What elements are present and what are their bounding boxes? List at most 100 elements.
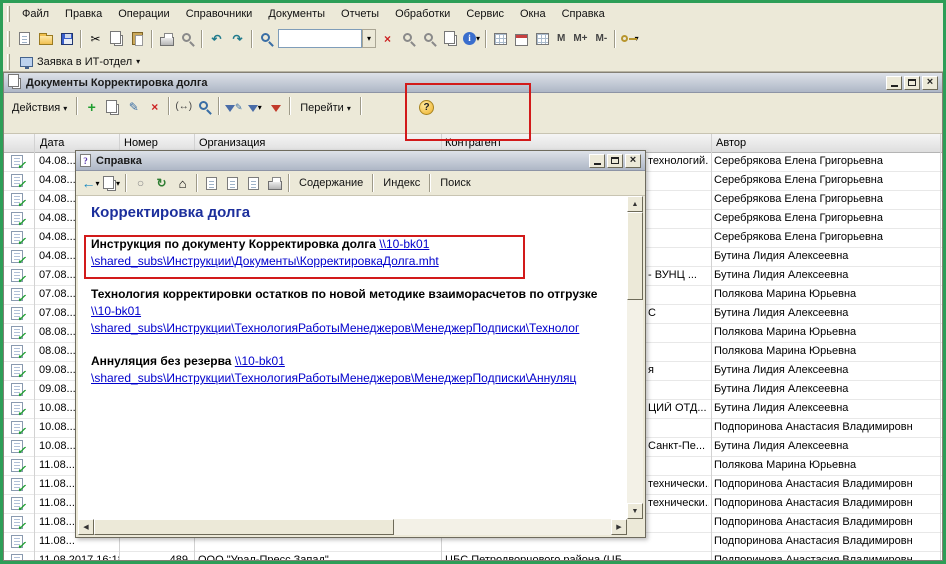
toolbar-grip[interactable] xyxy=(7,6,10,22)
view-button[interactable]: ▾ xyxy=(101,173,122,193)
toolbar-grip[interactable] xyxy=(7,53,10,70)
toolbar-grip[interactable] xyxy=(7,30,10,47)
restore-button[interactable] xyxy=(904,75,920,90)
scroll-up-button[interactable]: ▲ xyxy=(627,196,643,212)
minimize-button[interactable] xyxy=(886,75,902,90)
menu-help[interactable]: Справка xyxy=(554,5,613,23)
print-help-button[interactable] xyxy=(264,173,285,193)
window-icon xyxy=(102,175,116,191)
menu-reports[interactable]: Отчеты xyxy=(333,5,387,23)
entry-server-link[interactable]: \\10-bk01 xyxy=(91,304,141,318)
menu-documents[interactable]: Документы xyxy=(260,5,333,23)
filter-settings-button[interactable]: ✎ xyxy=(223,97,244,117)
cell-author: Бутина Лидия Алексеевна xyxy=(714,250,849,262)
search-input[interactable] xyxy=(278,29,362,48)
calendar-button[interactable] xyxy=(511,29,532,49)
scroll-left-button[interactable]: ◀ xyxy=(78,519,94,535)
scroll-right-button[interactable]: ▶ xyxy=(611,519,627,535)
search-in-list-button[interactable] xyxy=(194,97,215,117)
memory-minus-button[interactable]: M- xyxy=(592,33,612,44)
calculator-button[interactable] xyxy=(532,29,553,49)
panel-icon xyxy=(227,176,238,190)
stop-button[interactable]: ○ xyxy=(130,173,151,193)
copy-value-button[interactable] xyxy=(440,29,461,49)
column-header-date[interactable]: Дата xyxy=(40,137,64,149)
info-button[interactable]: i ▾ xyxy=(461,29,482,49)
interval-button[interactable]: (↔) xyxy=(173,97,194,117)
add-button[interactable]: + xyxy=(81,97,102,117)
posted-document-icon xyxy=(11,440,31,456)
menu-file[interactable]: Файл xyxy=(14,5,57,23)
undo-button[interactable]: ↶ xyxy=(206,29,227,49)
actions-button[interactable]: Действия ▾ xyxy=(6,97,73,119)
column-header-org[interactable]: Организация xyxy=(199,137,265,149)
menu-processing[interactable]: Обработки xyxy=(387,5,458,23)
posted-document-icon xyxy=(11,497,31,513)
column-header-number[interactable]: Номер xyxy=(124,137,158,149)
print-preview-button[interactable] xyxy=(177,29,198,49)
panel-2-button[interactable] xyxy=(222,173,243,193)
service-button[interactable]: ▾ xyxy=(619,29,640,49)
cell-counterparty-fragment xyxy=(648,174,709,190)
refresh-button[interactable]: ↻ xyxy=(151,173,172,193)
table-row[interactable]: 11.08.2017 16:18: 489 ООО "Урал-Пресс За… xyxy=(4,552,942,561)
find-button[interactable] xyxy=(256,29,277,49)
search-icon xyxy=(260,32,270,42)
edit-button[interactable]: ✎ xyxy=(123,97,144,117)
contents-button[interactable]: Содержание xyxy=(293,173,369,193)
print-button[interactable] xyxy=(156,29,177,49)
entry-path-link[interactable]: \shared_subs\Инструкции\ТехнологияРаботы… xyxy=(91,371,576,385)
horizontal-scrollbar[interactable]: ◀ ▶ xyxy=(78,519,627,535)
close-button[interactable]: × xyxy=(922,75,938,90)
index-button[interactable]: Индекс xyxy=(377,173,426,193)
redo-button[interactable]: ↷ xyxy=(227,29,248,49)
vertical-scrollbar[interactable]: ▲ ▼ xyxy=(627,196,643,519)
copy-row-button[interactable] xyxy=(102,97,123,117)
cell-author: Серебрякова Елена Григорьевна xyxy=(714,231,883,243)
find-prev-button[interactable] xyxy=(419,29,440,49)
memory-button[interactable]: M xyxy=(553,33,569,44)
posted-document-icon xyxy=(11,383,31,399)
maximize-button[interactable] xyxy=(607,153,623,168)
table-button[interactable] xyxy=(490,29,511,49)
help-window-titlebar[interactable]: ? Справка × xyxy=(76,151,645,171)
entry-server-link[interactable]: \\10-bk01 xyxy=(235,354,285,368)
search-help-button[interactable]: Поиск xyxy=(434,173,476,193)
search-dropdown-button[interactable]: ▾ xyxy=(362,29,376,48)
filter-button[interactable]: ▾ xyxy=(244,97,265,117)
save-button[interactable] xyxy=(56,29,77,49)
menu-windows[interactable]: Окна xyxy=(512,5,554,23)
close-button[interactable]: × xyxy=(625,153,641,168)
cell-org: ООО "Урал-Пресс Запад" xyxy=(198,554,329,561)
minimize-button[interactable] xyxy=(589,153,605,168)
menu-edit[interactable]: Правка xyxy=(57,5,110,23)
panel-3-button[interactable] xyxy=(243,173,264,193)
clear-filter-button[interactable] xyxy=(265,97,286,117)
home-button[interactable]: ⌂ xyxy=(172,173,193,193)
cell-counterparty-fragment: технологий... xyxy=(648,155,709,167)
menu-service[interactable]: Сервис xyxy=(458,5,512,23)
delete-button[interactable]: × xyxy=(144,97,165,117)
menu-references[interactable]: Справочники xyxy=(178,5,261,23)
new-document-button[interactable] xyxy=(14,29,35,49)
cut-button[interactable]: ✂ xyxy=(85,29,106,49)
find-next-button[interactable] xyxy=(398,29,419,49)
panel-icon xyxy=(206,176,217,190)
paste-button[interactable] xyxy=(127,29,148,49)
menu-operations[interactable]: Операции xyxy=(110,5,177,23)
memory-plus-button[interactable]: M+ xyxy=(569,33,591,44)
posted-document-icon xyxy=(11,155,31,171)
vertical-scroll-thumb[interactable] xyxy=(627,212,643,300)
it-request-button[interactable]: Заявка в ИТ-отдел ▾ xyxy=(14,55,146,69)
column-header-author[interactable]: Автор xyxy=(716,137,746,149)
goto-button[interactable]: Перейти ▾ xyxy=(294,97,357,119)
clear-search-button[interactable]: × xyxy=(377,29,398,49)
scroll-down-button[interactable]: ▼ xyxy=(627,503,643,519)
copy-icon xyxy=(110,31,123,46)
open-button[interactable] xyxy=(35,29,56,49)
panel-1-button[interactable] xyxy=(201,173,222,193)
back-button[interactable]: ← ▾ xyxy=(80,173,101,193)
horizontal-scroll-thumb[interactable] xyxy=(94,519,394,535)
entry-path-link[interactable]: \shared_subs\Инструкции\ТехнологияРаботы… xyxy=(91,321,579,335)
copy-button[interactable] xyxy=(106,29,127,49)
